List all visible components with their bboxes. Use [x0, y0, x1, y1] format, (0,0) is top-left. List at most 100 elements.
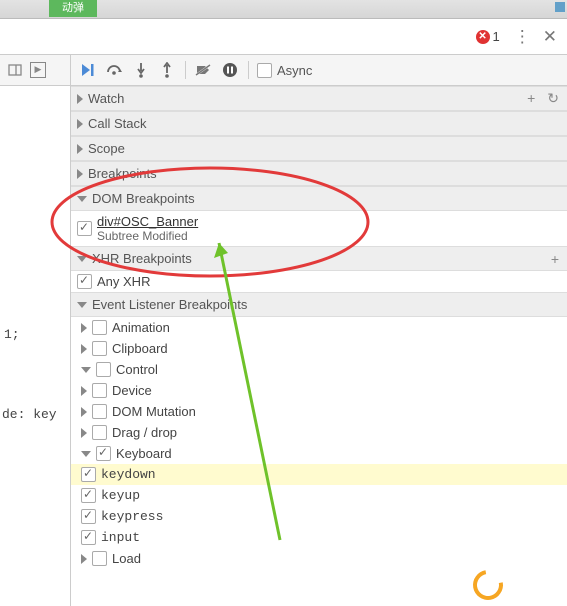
- pane-toggle-icon[interactable]: [8, 63, 22, 77]
- tree-item-keypress[interactable]: keypress: [71, 506, 567, 527]
- checkbox-icon[interactable]: [92, 320, 107, 335]
- step-into-icon[interactable]: [129, 59, 153, 81]
- debugger-toolbar: Async: [71, 55, 567, 86]
- tree-label: Animation: [112, 320, 170, 335]
- resume-icon[interactable]: [77, 59, 101, 81]
- tree-item-keyup[interactable]: keyup: [71, 485, 567, 506]
- section-label: XHR Breakpoints: [92, 251, 192, 266]
- section-label: DOM Breakpoints: [92, 191, 195, 206]
- step-out-icon[interactable]: [155, 59, 179, 81]
- tree-label: Control: [116, 362, 158, 377]
- section-label: Breakpoints: [88, 166, 157, 181]
- chevron-right-icon: [81, 323, 87, 333]
- section-label: Scope: [88, 141, 125, 156]
- xhr-label: Any XHR: [97, 274, 150, 289]
- checkbox-icon[interactable]: [81, 530, 96, 545]
- section-label: Watch: [88, 91, 124, 106]
- left-toolbar: ▶: [0, 55, 70, 86]
- checkbox-icon[interactable]: [92, 551, 107, 566]
- tree-label: Keyboard: [116, 446, 172, 461]
- chevron-right-icon: [81, 428, 87, 438]
- corner-decoration: [555, 2, 565, 12]
- close-icon[interactable]: ✕: [543, 27, 557, 47]
- error-badge[interactable]: ✕ 1: [476, 29, 500, 44]
- tree-label: keypress: [101, 509, 163, 524]
- checkbox-icon[interactable]: [81, 467, 96, 482]
- play-frame-icon[interactable]: ▶: [30, 62, 46, 78]
- chevron-down-icon: [77, 196, 87, 202]
- tree-item-control[interactable]: Control: [71, 359, 567, 380]
- tree-item-keydown[interactable]: keydown: [71, 464, 567, 485]
- pause-exceptions-icon[interactable]: [218, 59, 242, 81]
- refresh-icon[interactable]: ↻: [547, 90, 559, 107]
- section-event-breakpoints[interactable]: Event Listener Breakpoints: [71, 292, 567, 317]
- window-top-strip: 动弹: [0, 0, 567, 19]
- separator: [185, 61, 186, 79]
- chevron-down-icon: [77, 256, 87, 262]
- debugger-panels: Watch + ↻ Call Stack Scope Breakpoints DOM…: [71, 86, 567, 606]
- checkbox-icon[interactable]: [92, 383, 107, 398]
- checkbox-icon[interactable]: [77, 221, 92, 236]
- chevron-right-icon: [81, 554, 87, 564]
- tree-item-clipboard[interactable]: Clipboard: [71, 338, 567, 359]
- tree-item-device[interactable]: Device: [71, 380, 567, 401]
- dom-breakpoint-selector: div#OSC_Banner: [97, 214, 198, 229]
- tree-label: keydown: [101, 467, 156, 482]
- tree-item-drag-drop[interactable]: Drag / drop: [71, 422, 567, 443]
- code-fragment: de: key: [2, 407, 57, 422]
- chevron-right-icon: [81, 407, 87, 417]
- step-over-icon[interactable]: [103, 59, 127, 81]
- checkbox-icon[interactable]: [92, 425, 107, 440]
- tree-label: input: [101, 530, 140, 545]
- checkbox-icon[interactable]: [81, 488, 96, 503]
- kebab-menu-icon[interactable]: ⋮: [514, 27, 529, 47]
- checkbox-icon: [257, 63, 272, 78]
- section-watch[interactable]: Watch + ↻: [71, 86, 567, 111]
- checkbox-icon[interactable]: [96, 446, 111, 461]
- chevron-right-icon: [77, 94, 83, 104]
- tree-item-keyboard[interactable]: Keyboard: [71, 443, 567, 464]
- error-icon: ✕: [476, 30, 490, 44]
- chevron-right-icon: [81, 386, 87, 396]
- chevron-down-icon: [77, 302, 87, 308]
- tree-item-load[interactable]: Load: [71, 548, 567, 569]
- async-label: Async: [277, 63, 312, 78]
- tree-label: Device: [112, 383, 152, 398]
- section-label: Call Stack: [88, 116, 147, 131]
- section-breakpoints[interactable]: Breakpoints: [71, 161, 567, 186]
- xhr-breakpoint-item[interactable]: Any XHR: [71, 271, 567, 292]
- browser-tab[interactable]: 动弹: [49, 0, 97, 17]
- checkbox-icon[interactable]: [96, 362, 111, 377]
- checkbox-icon[interactable]: [92, 341, 107, 356]
- tree-label: Clipboard: [112, 341, 168, 356]
- section-callstack[interactable]: Call Stack: [71, 111, 567, 136]
- watermark: 创新互联: [473, 570, 561, 600]
- add-xhr-icon[interactable]: +: [551, 251, 559, 267]
- checkbox-icon[interactable]: [81, 509, 96, 524]
- deactivate-breakpoints-icon[interactable]: [192, 59, 216, 81]
- section-dom-breakpoints[interactable]: DOM Breakpoints: [71, 186, 567, 211]
- code-fragment: 1;: [4, 327, 20, 342]
- tree-label: Load: [112, 551, 141, 566]
- section-xhr-breakpoints[interactable]: XHR Breakpoints +: [71, 246, 567, 271]
- tree-item-animation[interactable]: Animation: [71, 317, 567, 338]
- chevron-right-icon: [77, 144, 83, 154]
- tree-item-input[interactable]: input: [71, 527, 567, 548]
- chevron-down-icon: [81, 367, 91, 373]
- section-label: Event Listener Breakpoints: [92, 297, 247, 312]
- tree-label: Drag / drop: [112, 425, 177, 440]
- event-tree: Animation Clipboard Control Device DOM M…: [71, 317, 567, 569]
- chevron-right-icon: [81, 344, 87, 354]
- checkbox-icon[interactable]: [92, 404, 107, 419]
- async-toggle[interactable]: Async: [257, 63, 312, 78]
- dom-breakpoint-type: Subtree Modified: [97, 229, 198, 243]
- add-watch-icon[interactable]: +: [527, 90, 535, 107]
- chevron-down-icon: [81, 451, 91, 457]
- dom-breakpoint-item[interactable]: div#OSC_Banner Subtree Modified: [71, 211, 567, 246]
- error-count: 1: [493, 29, 500, 44]
- tree-item-dom-mutation[interactable]: DOM Mutation: [71, 401, 567, 422]
- separator: [248, 61, 249, 79]
- watermark-text: 创新互联: [509, 576, 561, 595]
- checkbox-icon[interactable]: [77, 274, 92, 289]
- section-scope[interactable]: Scope: [71, 136, 567, 161]
